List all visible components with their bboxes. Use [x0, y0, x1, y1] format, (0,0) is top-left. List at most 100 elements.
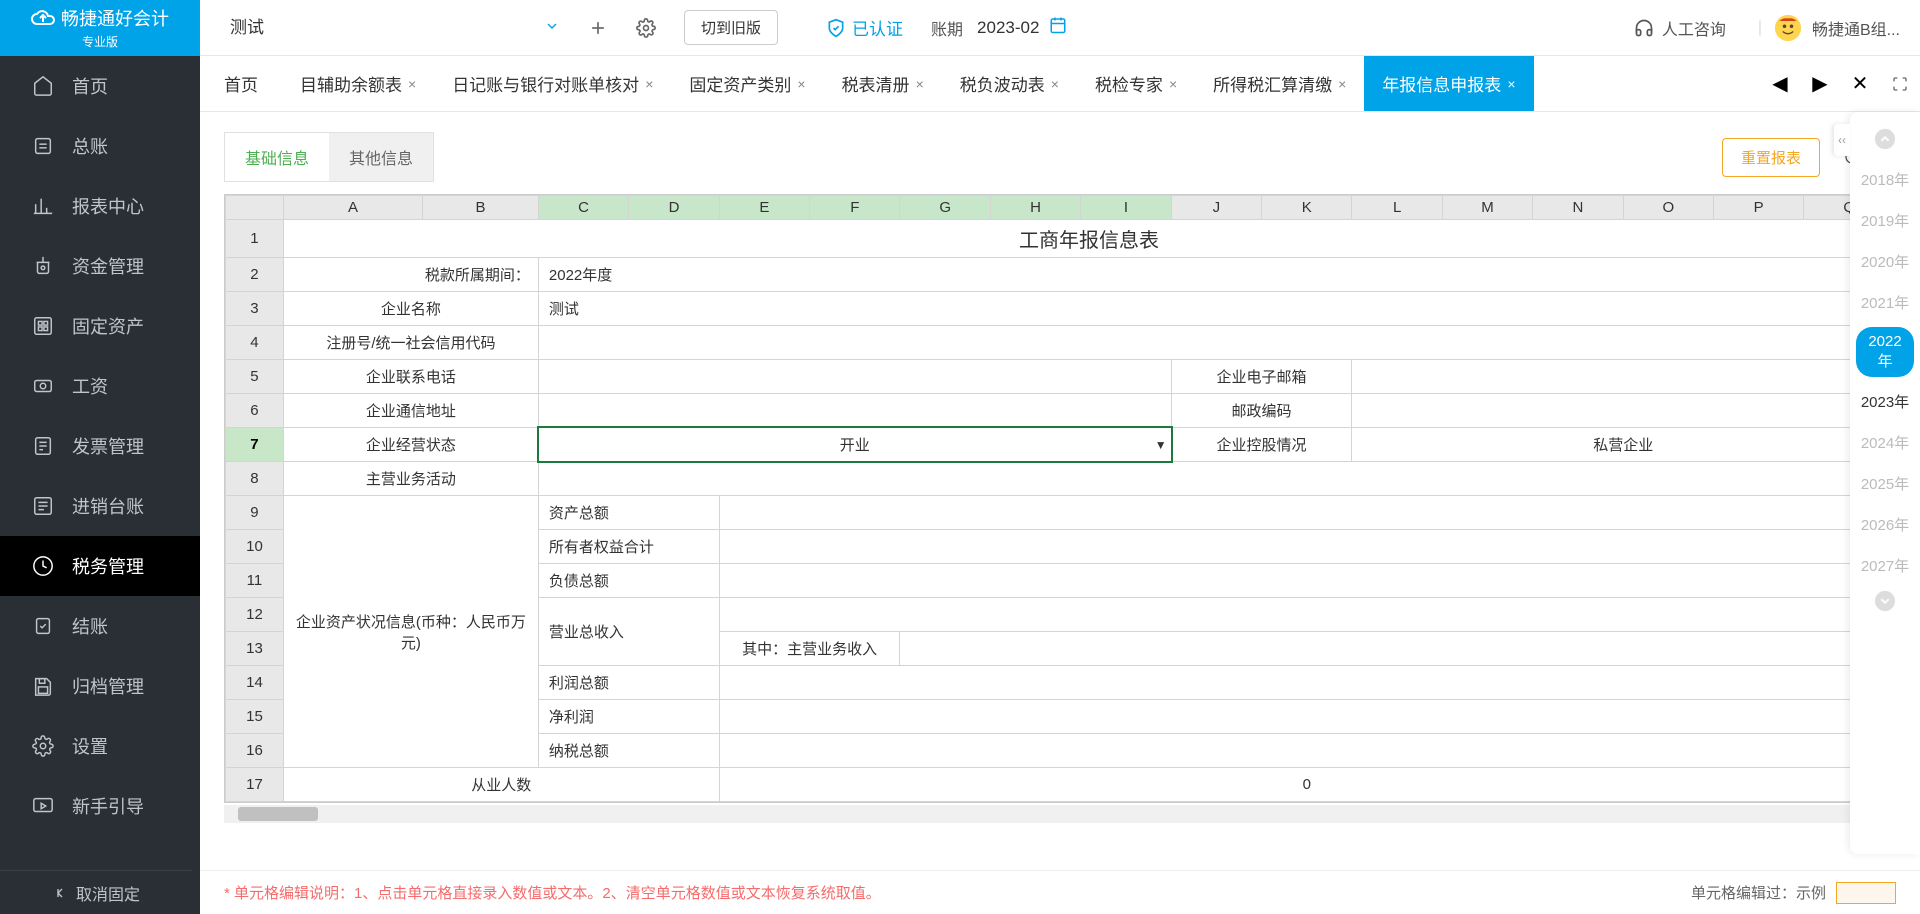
nav-item-9[interactable]: 结账: [0, 596, 200, 656]
cell-label[interactable]: 负债总额: [538, 564, 719, 598]
cell-value[interactable]: 测试: [538, 292, 1894, 326]
col-header-B[interactable]: B: [423, 196, 539, 220]
settings-button[interactable]: [636, 18, 656, 38]
row-header[interactable]: 13: [226, 632, 284, 666]
cell-label[interactable]: 企业通信地址: [283, 394, 538, 428]
cell-label[interactable]: 税款所属期间：: [283, 258, 538, 292]
sheet-title[interactable]: 工商年报信息表: [283, 220, 1894, 258]
cell-label[interactable]: 企业经营状态: [283, 428, 538, 462]
cell[interactable]: [719, 666, 1894, 700]
cell-label[interactable]: 主营业务活动: [283, 462, 538, 496]
cell-label[interactable]: 营业总收入: [538, 598, 719, 666]
tab-1[interactable]: 日记账与银行对账单核对×: [434, 56, 671, 111]
row-header[interactable]: 11: [226, 564, 284, 598]
tab-basic-info[interactable]: 基础信息: [225, 133, 329, 181]
year-2022年[interactable]: 2022年: [1856, 327, 1914, 377]
year-2018年[interactable]: 2018年: [1850, 159, 1920, 200]
col-header-C[interactable]: C: [538, 196, 628, 220]
col-header-E[interactable]: E: [719, 196, 809, 220]
tab-5[interactable]: 税检专家×: [1077, 56, 1195, 111]
col-header-H[interactable]: H: [990, 196, 1080, 220]
cell-label[interactable]: 纳税总额: [538, 734, 719, 768]
cell[interactable]: [719, 564, 1894, 598]
select-all-corner[interactable]: [226, 196, 284, 220]
tab-home[interactable]: 首页: [200, 56, 282, 111]
reset-report-button[interactable]: 重置报表: [1722, 138, 1820, 177]
tab-scroll-left[interactable]: ◀: [1760, 56, 1800, 111]
row-header[interactable]: 4: [226, 326, 284, 360]
cell[interactable]: [719, 598, 1894, 632]
tab-0[interactable]: 目辅助余额表×: [282, 56, 434, 111]
nav-item-2[interactable]: 报表中心: [0, 176, 200, 236]
row-header[interactable]: 12: [226, 598, 284, 632]
tab-close-icon[interactable]: ×: [645, 76, 653, 92]
tab-close-icon[interactable]: ×: [1507, 76, 1515, 92]
cell-label[interactable]: 企业电子邮箱: [1171, 360, 1352, 394]
year-2021年[interactable]: 2021年: [1850, 282, 1920, 323]
nav-item-3[interactable]: 资金管理: [0, 236, 200, 296]
row-header[interactable]: 5: [226, 360, 284, 394]
cell[interactable]: [719, 530, 1894, 564]
cell-label[interactable]: 利润总额: [538, 666, 719, 700]
col-header-O[interactable]: O: [1623, 196, 1713, 220]
logo[interactable]: 畅捷通好会计 专业版: [0, 0, 200, 56]
nav-item-1[interactable]: 总账: [0, 116, 200, 176]
tab-close-icon[interactable]: ×: [408, 76, 416, 92]
col-header-P[interactable]: P: [1713, 196, 1803, 220]
cell[interactable]: [538, 360, 1171, 394]
tab-4[interactable]: 税负波动表×: [942, 56, 1077, 111]
nav-item-8[interactable]: 税务管理: [0, 536, 200, 596]
row-header[interactable]: 2: [226, 258, 284, 292]
col-header-G[interactable]: G: [900, 196, 990, 220]
row-header[interactable]: 15: [226, 700, 284, 734]
nav-item-10[interactable]: 归档管理: [0, 656, 200, 716]
nav-item-7[interactable]: 进销台账: [0, 476, 200, 536]
row-header[interactable]: 3: [226, 292, 284, 326]
nav-item-5[interactable]: 工资: [0, 356, 200, 416]
year-panel-collapse[interactable]: ‹‹: [1834, 124, 1850, 156]
tab-7[interactable]: 年报信息申报表×: [1364, 56, 1533, 111]
cell-value[interactable]: 0: [719, 768, 1894, 802]
col-header-A[interactable]: A: [283, 196, 422, 220]
tab-close-icon[interactable]: ×: [797, 76, 805, 92]
cell-label[interactable]: 从业人数: [283, 768, 719, 802]
tab-other-info[interactable]: 其他信息: [329, 133, 433, 181]
year-2024年[interactable]: 2024年: [1850, 422, 1920, 463]
cell-label[interactable]: 企业控股情况: [1171, 428, 1352, 462]
active-cell-dropdown[interactable]: 开业▼: [538, 428, 1171, 462]
cell[interactable]: [538, 462, 1894, 496]
horizontal-scrollbar[interactable]: [224, 805, 1896, 823]
row-header[interactable]: 14: [226, 666, 284, 700]
nav-item-6[interactable]: 发票管理: [0, 416, 200, 476]
cell-label[interactable]: 企业名称: [283, 292, 538, 326]
tab-2[interactable]: 固定资产类别×: [671, 56, 823, 111]
cell-value[interactable]: 2022年度: [538, 258, 1894, 292]
cell[interactable]: [719, 496, 1894, 530]
support-link[interactable]: 人工咨询: [1634, 16, 1726, 40]
unpin-button[interactable]: 取消固定: [0, 870, 192, 914]
cell-label[interactable]: 企业联系电话: [283, 360, 538, 394]
cell-label[interactable]: 所有者权益合计: [538, 530, 719, 564]
col-header-M[interactable]: M: [1442, 196, 1532, 220]
cell[interactable]: [538, 326, 1894, 360]
cell[interactable]: [719, 700, 1894, 734]
avatar-icon[interactable]: [1774, 14, 1802, 42]
cell-label[interactable]: 资产总额: [538, 496, 719, 530]
cell-label[interactable]: 注册号/统一社会信用代码: [283, 326, 538, 360]
old-version-button[interactable]: 切到旧版: [684, 10, 778, 45]
cell-label[interactable]: 其中：主营业务收入: [719, 632, 900, 666]
tab-3[interactable]: 税表清册×: [824, 56, 942, 111]
row-header[interactable]: 16: [226, 734, 284, 768]
nav-item-11[interactable]: 设置: [0, 716, 200, 776]
cell[interactable]: [538, 394, 1171, 428]
tab-6[interactable]: 所得税汇算清缴×: [1195, 56, 1364, 111]
cell-value[interactable]: 私营企业: [1352, 428, 1895, 462]
tab-close-icon[interactable]: ×: [1051, 76, 1059, 92]
cell-label[interactable]: 净利润: [538, 700, 719, 734]
cell-label[interactable]: 邮政编码: [1171, 394, 1352, 428]
col-header-F[interactable]: F: [810, 196, 900, 220]
row-header[interactable]: 1: [226, 220, 284, 258]
period-calendar-button[interactable]: [1049, 16, 1067, 39]
nav-item-12[interactable]: 新手引导: [0, 776, 200, 836]
year-scroll-down[interactable]: [1870, 586, 1900, 621]
